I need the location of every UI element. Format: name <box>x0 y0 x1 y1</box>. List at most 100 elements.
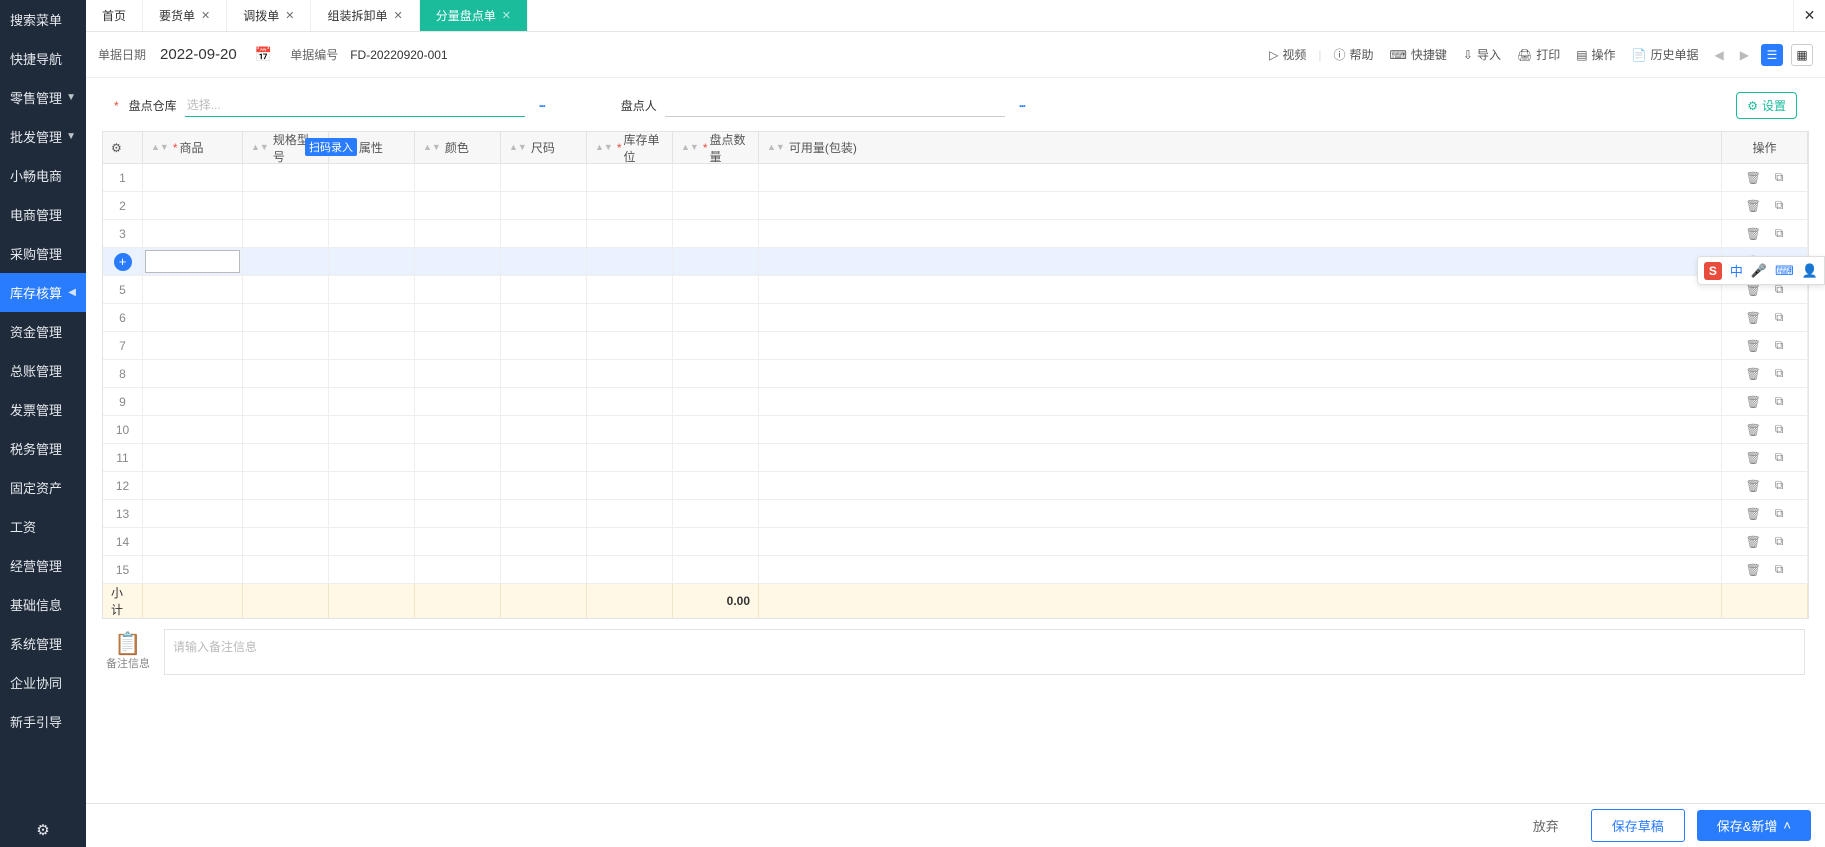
view-list-icon[interactable]: ☰ <box>1761 44 1783 66</box>
table-row[interactable]: 8🗑⧉ <box>103 360 1808 388</box>
save-draft-button[interactable]: 保存草稿 <box>1591 809 1685 842</box>
header-attr[interactable]: ▲▼属性 <box>329 132 415 163</box>
sidebar-item-7[interactable]: 库存核算◀ <box>0 273 86 312</box>
delete-row-icon[interactable]: 🗑 <box>1746 395 1761 409</box>
sidebar-item-1[interactable]: 快捷导航 <box>0 39 86 78</box>
header-color[interactable]: ▲▼颜色 <box>415 132 501 163</box>
sidebar-item-16[interactable]: 系统管理 <box>0 624 86 663</box>
tab-2[interactable]: 调拨单✕ <box>227 0 311 31</box>
gear-icon[interactable]: ⚙ <box>0 813 86 847</box>
delete-row-icon[interactable]: 🗑 <box>1746 311 1761 325</box>
warehouse-input[interactable] <box>185 94 525 117</box>
sidebar-item-5[interactable]: 电商管理 <box>0 195 86 234</box>
copy-row-icon[interactable]: ⧉ <box>1775 450 1784 465</box>
header-product[interactable]: ▲▼*商品 <box>143 132 243 163</box>
close-icon[interactable]: ✕ <box>394 9 403 22</box>
help-action[interactable]: ⓘ 帮助 <box>1330 46 1378 63</box>
table-row[interactable]: 10🗑⧉ <box>103 416 1808 444</box>
video-action[interactable]: ▷ 视频 <box>1265 46 1310 63</box>
shortcut-action[interactable]: ⌨ 快捷键 <box>1386 46 1451 63</box>
delete-row-icon[interactable]: 🗑 <box>1746 171 1761 185</box>
delete-row-icon[interactable]: 🗑 <box>1746 451 1761 465</box>
table-row[interactable]: 11🗑⧉ <box>103 444 1808 472</box>
table-row[interactable]: 3🗑⧉ <box>103 220 1808 248</box>
sidebar-item-18[interactable]: 新手引导 <box>0 702 86 741</box>
header-config[interactable]: ⚙ <box>103 132 143 163</box>
delete-row-icon[interactable]: 🗑 <box>1746 479 1761 493</box>
copy-row-icon[interactable]: ⧉ <box>1775 366 1784 381</box>
delete-row-icon[interactable]: 🗑 <box>1746 367 1761 381</box>
ime-settings-icon[interactable]: 👤 <box>1802 263 1818 279</box>
view-card-icon[interactable]: ▦ <box>1791 44 1813 66</box>
sidebar-item-15[interactable]: 基础信息 <box>0 585 86 624</box>
ops-action[interactable]: ▤ 操作 <box>1572 46 1619 63</box>
ime-audio-icon[interactable]: 🎤 <box>1751 263 1767 279</box>
tab-3[interactable]: 组装拆卸单✕ <box>311 0 419 31</box>
sidebar-item-9[interactable]: 总账管理 <box>0 351 86 390</box>
copy-row-icon[interactable]: ⧉ <box>1775 170 1784 185</box>
sidebar-item-12[interactable]: 固定资产 <box>0 468 86 507</box>
delete-row-icon[interactable]: 🗑 <box>1746 199 1761 213</box>
table-row[interactable]: +🗑⧉ <box>103 248 1808 276</box>
next-doc-icon[interactable]: ▶ <box>1736 48 1753 62</box>
delete-row-icon[interactable]: 🗑 <box>1746 535 1761 549</box>
tab-1[interactable]: 要货单✕ <box>143 0 227 31</box>
copy-row-icon[interactable]: ⧉ <box>1775 478 1784 493</box>
close-icon[interactable]: ✕ <box>201 9 210 22</box>
history-action[interactable]: 📄 历史单据 <box>1628 46 1703 63</box>
sidebar-item-8[interactable]: 资金管理 <box>0 312 86 351</box>
table-row[interactable]: 13🗑⧉ <box>103 500 1808 528</box>
delete-row-icon[interactable]: 🗑 <box>1746 227 1761 241</box>
calendar-icon[interactable]: 📅 <box>255 46 272 63</box>
discard-button[interactable]: 放弃 <box>1513 810 1579 841</box>
table-row[interactable]: 14🗑⧉ <box>103 528 1808 556</box>
import-action[interactable]: ⇩ 导入 <box>1459 46 1505 63</box>
close-icon[interactable]: ✕ <box>502 9 511 22</box>
save-new-button[interactable]: 保存&新增˄ <box>1697 810 1811 841</box>
ime-toolbar[interactable]: S 中 🎤 ⌨ 👤 <box>1697 256 1825 285</box>
product-cell-input[interactable] <box>145 250 240 273</box>
warehouse-more-icon[interactable]: ··· <box>539 99 545 113</box>
copy-row-icon[interactable]: ⧉ <box>1775 422 1784 437</box>
sidebar-item-6[interactable]: 采购管理 <box>0 234 86 273</box>
table-row[interactable]: 1🗑⧉ <box>103 164 1808 192</box>
sidebar-item-0[interactable]: 搜索菜单 <box>0 0 86 39</box>
header-unit[interactable]: ▲▼*库存单位 <box>587 132 673 163</box>
tab-4[interactable]: 分量盘点单✕ <box>420 0 528 31</box>
sidebar-item-4[interactable]: 小畅电商 <box>0 156 86 195</box>
delete-row-icon[interactable]: 🗑 <box>1746 563 1761 577</box>
copy-row-icon[interactable]: ⧉ <box>1775 506 1784 521</box>
ime-lang[interactable]: 中 <box>1730 261 1743 280</box>
prev-doc-icon[interactable]: ◀ <box>1711 48 1728 62</box>
copy-row-icon[interactable]: ⧉ <box>1775 394 1784 409</box>
sidebar-item-2[interactable]: 零售管理▼ <box>0 78 86 117</box>
copy-row-icon[interactable]: ⧉ <box>1775 198 1784 213</box>
header-avail[interactable]: ▲▼可用量(包装) <box>759 132 1722 163</box>
delete-row-icon[interactable]: 🗑 <box>1746 339 1761 353</box>
header-spec[interactable]: ▲▼规格型号 <box>243 132 329 163</box>
settings-button[interactable]: ⚙ 设置 <box>1736 92 1797 119</box>
person-input[interactable] <box>665 94 1005 117</box>
print-action[interactable]: 🖨 打印 <box>1513 46 1564 63</box>
header-size[interactable]: ▲▼尺码 <box>501 132 587 163</box>
table-row[interactable]: 2🗑⧉ <box>103 192 1808 220</box>
tab-0[interactable]: 首页 <box>86 0 143 31</box>
close-all-tabs[interactable]: ✕ <box>1793 0 1825 31</box>
sidebar-item-17[interactable]: 企业协同 <box>0 663 86 702</box>
remark-input[interactable] <box>164 629 1805 675</box>
table-row[interactable]: 5🗑⧉ <box>103 276 1808 304</box>
ime-keyboard-icon[interactable]: ⌨ <box>1775 263 1794 279</box>
copy-row-icon[interactable]: ⧉ <box>1775 226 1784 241</box>
add-row-icon[interactable]: + <box>114 253 132 271</box>
copy-row-icon[interactable]: ⧉ <box>1775 562 1784 577</box>
table-row[interactable]: 12🗑⧉ <box>103 472 1808 500</box>
sidebar-item-11[interactable]: 税务管理 <box>0 429 86 468</box>
copy-row-icon[interactable]: ⧉ <box>1775 534 1784 549</box>
delete-row-icon[interactable]: 🗑 <box>1746 507 1761 521</box>
table-row[interactable]: 15🗑⧉ <box>103 556 1808 584</box>
sidebar-item-3[interactable]: 批发管理▼ <box>0 117 86 156</box>
date-value[interactable]: 2022-09-20 <box>160 46 237 63</box>
copy-row-icon[interactable]: ⧉ <box>1775 338 1784 353</box>
sidebar-item-10[interactable]: 发票管理 <box>0 390 86 429</box>
table-row[interactable]: 7🗑⧉ <box>103 332 1808 360</box>
